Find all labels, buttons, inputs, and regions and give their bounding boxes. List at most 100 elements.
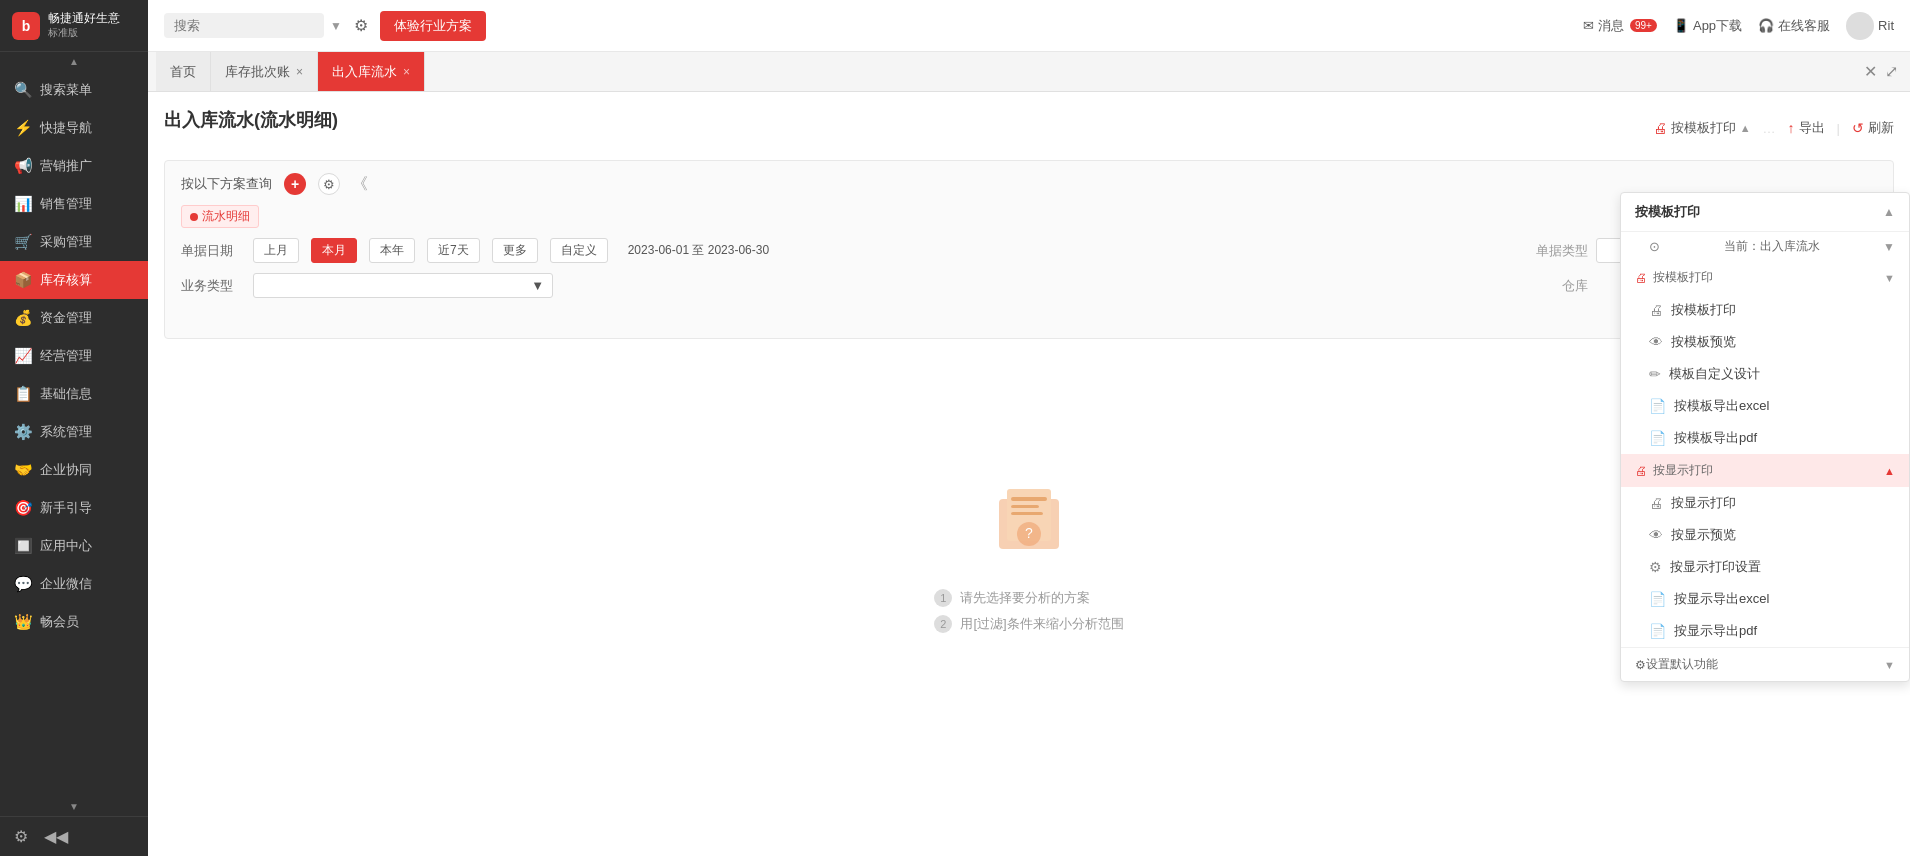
dp-display-preview-icon: 👁 xyxy=(1649,527,1663,543)
dp-display-print-settings-item[interactable]: ⚙ 按显示打印设置 xyxy=(1621,551,1909,583)
sidebar-logo: b 畅捷通好生意 标准版 xyxy=(0,0,148,52)
template-print-chevron[interactable]: ▲ xyxy=(1740,122,1751,134)
settings-bottom-icon[interactable]: ⚙ xyxy=(14,827,28,846)
sidebar-label-operation: 经营管理 xyxy=(40,347,92,365)
tab-inventory-batch-label: 库存批次账 xyxy=(225,63,290,81)
sidebar-item-search[interactable]: 🔍 搜索菜单 xyxy=(0,71,148,109)
app-badge: 标准版 xyxy=(48,26,120,40)
experience-btn[interactable]: 体验行业方案 xyxy=(380,11,486,41)
dp-display-excel-icon: 📄 xyxy=(1649,591,1666,607)
dp-template-section-chevron[interactable]: ▼ xyxy=(1884,272,1895,284)
export-label: 导出 xyxy=(1799,119,1825,137)
empty-step-1: 1 请先选择要分析的方案 xyxy=(934,589,1123,607)
dp-chevron-down[interactable]: ▼ xyxy=(1883,240,1895,254)
dp-footer[interactable]: ⚙ 设置默认功能 ▼ xyxy=(1621,647,1909,681)
date-btn-7days[interactable]: 近7天 xyxy=(427,238,480,263)
sidebar-scroll-down[interactable]: ▼ xyxy=(0,797,148,816)
member-icon: 👑 xyxy=(14,613,32,631)
tab-inout-flow[interactable]: 出入库流水 × xyxy=(318,52,425,91)
business-type-select[interactable]: ▼ xyxy=(253,273,553,298)
tab-inventory-batch[interactable]: 库存批次账 × xyxy=(211,52,318,91)
sidebar-item-apps[interactable]: 🔲 应用中心 xyxy=(0,527,148,565)
sidebar-item-sales[interactable]: 📊 销售管理 xyxy=(0,185,148,223)
date-btn-this-month[interactable]: 本月 xyxy=(311,238,357,263)
dp-display-preview-item[interactable]: 👁 按显示预览 xyxy=(1621,519,1909,551)
page-toolbar: 出入库流水(流水明细) 🖨 按模板打印 ▲ … ↑ 导出 | ↺ 刷新 xyxy=(164,108,1894,148)
dp-header-right: ▲ xyxy=(1883,205,1895,219)
dp-template-section-title: 🖨 按模板打印 xyxy=(1635,269,1713,286)
sidebar-item-cooperation[interactable]: 🤝 企业协同 xyxy=(0,451,148,489)
sidebar-item-inventory[interactable]: 📦 库存核算 xyxy=(0,261,148,299)
search-icon: 🔍 xyxy=(14,81,32,99)
sidebar-scroll-up[interactable]: ▲ xyxy=(0,52,148,71)
close-all-icon[interactable]: ✕ xyxy=(1864,62,1877,81)
sidebar-item-purchase[interactable]: 🛒 采购管理 xyxy=(0,223,148,261)
sidebar-item-wechat[interactable]: 💬 企业微信 xyxy=(0,565,148,603)
expand-icon[interactable]: ⤢ xyxy=(1885,62,1898,81)
dp-template-section-header[interactable]: 🖨 按模板打印 ▼ xyxy=(1621,261,1909,294)
dp-display-excel-item[interactable]: 📄 按显示导出excel xyxy=(1621,583,1909,615)
export-btn[interactable]: ↑ 导出 xyxy=(1788,119,1825,137)
filter-settings-btn[interactable]: ⚙ xyxy=(318,173,340,195)
search-dropdown-icon[interactable]: ▼ xyxy=(330,19,342,33)
date-btn-custom[interactable]: 自定义 xyxy=(550,238,608,263)
dp-display-pdf-item[interactable]: 📄 按显示导出pdf xyxy=(1621,615,1909,647)
dp-footer-label: 设置默认功能 xyxy=(1646,656,1718,673)
date-btn-this-year[interactable]: 本年 xyxy=(369,238,415,263)
dp-template-custom-item[interactable]: ✏ 模板自定义设计 xyxy=(1621,358,1909,390)
app-download-btn[interactable]: 📱 App下载 xyxy=(1673,17,1742,35)
filter-collapse-btn[interactable]: 《 xyxy=(352,174,368,195)
refresh-btn[interactable]: ↺ 刷新 xyxy=(1852,119,1894,137)
message-btn[interactable]: ✉ 消息 99+ xyxy=(1583,17,1657,35)
dp-template-preview-item[interactable]: 👁 按模板预览 xyxy=(1621,326,1909,358)
sidebar-item-system[interactable]: ⚙️ 系统管理 xyxy=(0,413,148,451)
main-content: ▼ ⚙ 体验行业方案 ✉ 消息 99+ 📱 App下载 🎧 在线客服 Rit xyxy=(148,0,1910,856)
sidebar-item-finance[interactable]: 💰 资金管理 xyxy=(0,299,148,337)
dp-template-excel-item[interactable]: 📄 按模板导出excel xyxy=(1621,390,1909,422)
sub-tag-item[interactable]: 流水明细 xyxy=(181,205,259,228)
sidebar-item-marketing[interactable]: 📢 营销推广 xyxy=(0,147,148,185)
search-input[interactable] xyxy=(164,13,324,38)
sidebar-label-basic: 基础信息 xyxy=(40,385,92,403)
app-download-label: App下载 xyxy=(1693,17,1742,35)
user-profile[interactable]: Rit xyxy=(1846,12,1894,40)
dp-template-print-item[interactable]: 🖨 按模板打印 xyxy=(1621,294,1909,326)
dp-display-section-header[interactable]: 🖨 按显示打印 ▲ xyxy=(1621,454,1909,487)
sidebar: b 畅捷通好生意 标准版 ▲ 🔍 搜索菜单 ⚡ 快捷导航 📢 营销推广 📊 销售… xyxy=(0,0,148,856)
online-service-label: 在线客服 xyxy=(1778,17,1830,35)
dp-header: 按模板打印 ▲ xyxy=(1621,193,1909,232)
refresh-label: 刷新 xyxy=(1868,119,1894,137)
doc-type-label: 单据类型 xyxy=(1536,242,1588,260)
sidebar-label-guide: 新手引导 xyxy=(40,499,92,517)
dp-display-print-item[interactable]: 🖨 按显示打印 xyxy=(1621,487,1909,519)
dp-footer-chevron: ▼ xyxy=(1884,659,1895,671)
sidebar-label-member: 畅会员 xyxy=(40,613,79,631)
sales-icon: 📊 xyxy=(14,195,32,213)
sidebar-item-operation[interactable]: 📈 经营管理 xyxy=(0,337,148,375)
topbar-gear-icon[interactable]: ⚙ xyxy=(354,16,368,35)
system-icon: ⚙️ xyxy=(14,423,32,441)
dp-display-settings-label: 按显示打印设置 xyxy=(1670,558,1761,576)
sidebar-item-basic[interactable]: 📋 基础信息 xyxy=(0,375,148,413)
sidebar-item-guide[interactable]: 🎯 新手引导 xyxy=(0,489,148,527)
dp-header-chevron-up[interactable]: ▲ xyxy=(1883,205,1895,219)
dp-template-pdf-item[interactable]: 📄 按模板导出pdf xyxy=(1621,422,1909,454)
date-btn-last-month[interactable]: 上月 xyxy=(253,238,299,263)
sidebar-label-inventory: 库存核算 xyxy=(40,271,92,289)
purchase-icon: 🛒 xyxy=(14,233,32,251)
sidebar-item-quick-nav[interactable]: ⚡ 快捷导航 xyxy=(0,109,148,147)
template-print-btn[interactable]: 🖨 按模板打印 ▲ xyxy=(1653,119,1751,137)
filter-add-btn[interactable]: + xyxy=(284,173,306,195)
collapse-sidebar-icon[interactable]: ◀◀ xyxy=(44,827,68,846)
dp-display-print-icon: 🖨 xyxy=(1649,495,1663,511)
online-service-btn[interactable]: 🎧 在线客服 xyxy=(1758,17,1830,35)
sidebar-label-system: 系统管理 xyxy=(40,423,92,441)
date-btn-more[interactable]: 更多 xyxy=(492,238,538,263)
tab-inout-flow-close[interactable]: × xyxy=(403,65,410,79)
sidebar-label-search: 搜索菜单 xyxy=(40,81,92,99)
tab-home[interactable]: 首页 xyxy=(156,52,211,91)
dp-display-preview-label: 按显示预览 xyxy=(1671,526,1736,544)
tab-inventory-batch-close[interactable]: × xyxy=(296,65,303,79)
dp-display-section-chevron[interactable]: ▲ xyxy=(1884,465,1895,477)
sidebar-item-member[interactable]: 👑 畅会员 xyxy=(0,603,148,641)
